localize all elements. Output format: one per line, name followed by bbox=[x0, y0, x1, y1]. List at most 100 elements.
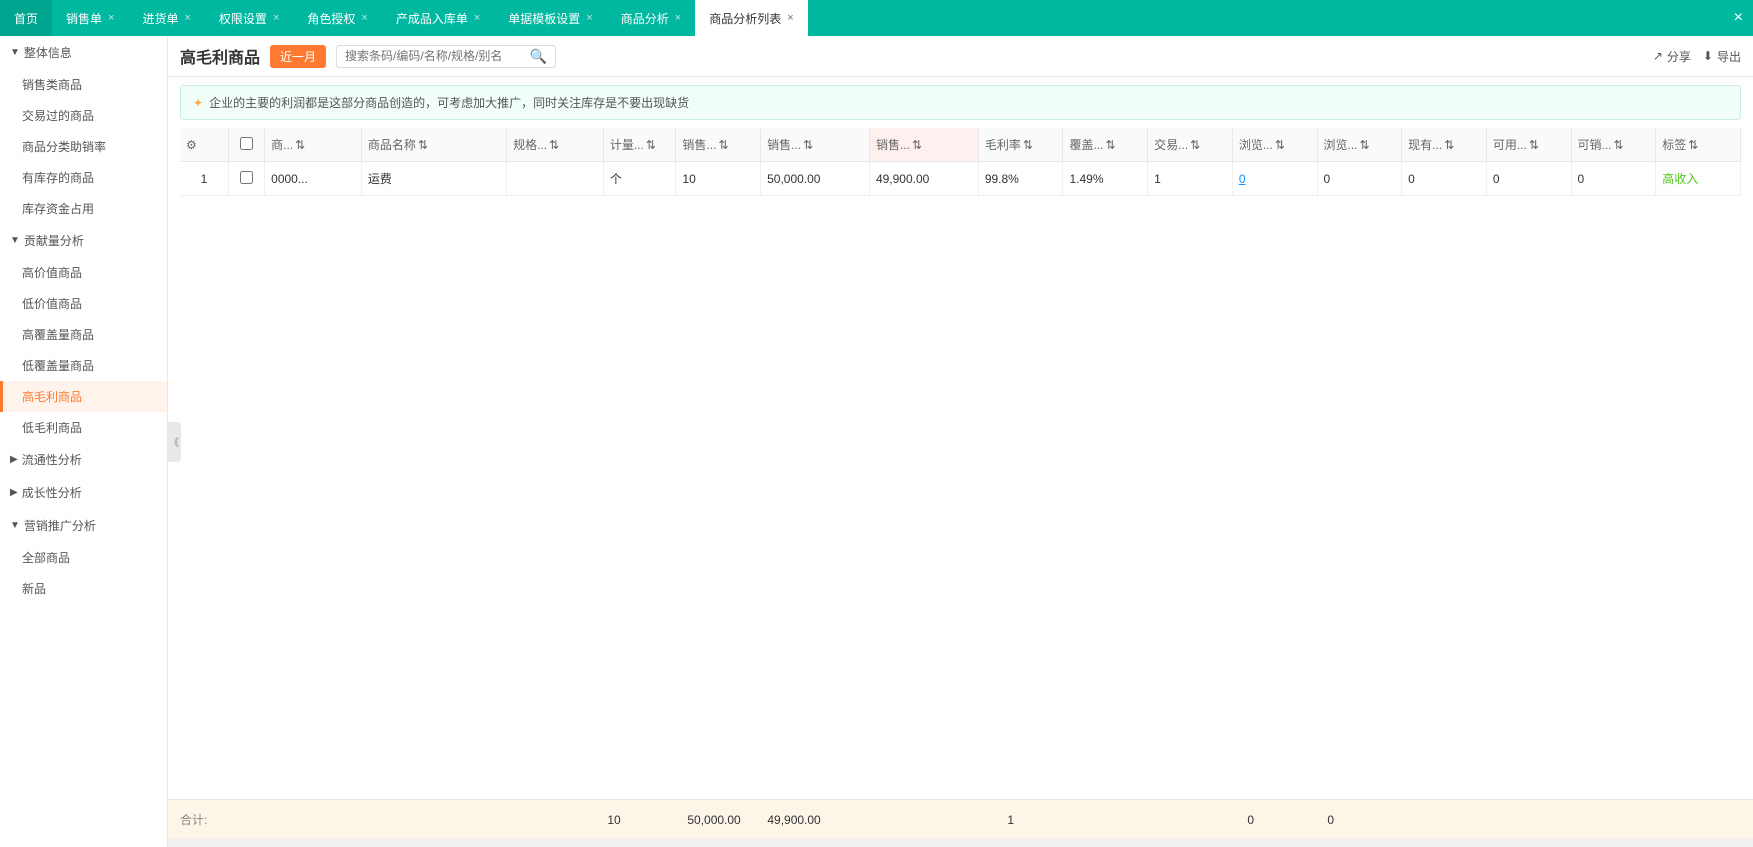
sidebar-collapse-button[interactable]: 《 bbox=[168, 422, 181, 462]
nav-sales-order[interactable]: 销售单 × bbox=[52, 0, 128, 36]
sidebar-group-growth[interactable]: ▶ 成长性分析 bbox=[0, 476, 167, 509]
sidebar-group-overall[interactable]: ▼ 整体信息 bbox=[0, 36, 167, 69]
sidebar-item-low-margin[interactable]: 低毛利商品 bbox=[0, 412, 167, 443]
cell-browse1[interactable]: 0 bbox=[1232, 162, 1317, 196]
cell-profit-rate: 99.8% bbox=[978, 162, 1063, 196]
sidebar: ▼ 整体信息 销售类商品 交易过的商品 商品分类助销率 有库存的商品 库存资金占… bbox=[0, 36, 168, 847]
col-header-stock-sale[interactable]: 可销...⇅ bbox=[1571, 128, 1656, 162]
sidebar-item-all-goods[interactable]: 全部商品 bbox=[0, 542, 167, 573]
footer-stock-cur: 0 bbox=[1247, 813, 1307, 827]
settings-icon[interactable]: ⚙ bbox=[186, 138, 197, 152]
cell-browse2: 0 bbox=[1317, 162, 1402, 196]
search-icon[interactable]: 🔍 bbox=[530, 48, 547, 65]
sidebar-item-low-value[interactable]: 低价值商品 bbox=[0, 288, 167, 319]
sidebar-item-high-margin[interactable]: 高毛利商品 bbox=[0, 381, 167, 412]
sidebar-item-low-coverage[interactable]: 低覆盖量商品 bbox=[0, 350, 167, 381]
nav-close-role-auth[interactable]: × bbox=[361, 12, 367, 24]
col-header-transaction[interactable]: 交易...⇅ bbox=[1148, 128, 1233, 162]
nav-purchase-order[interactable]: 进货单 × bbox=[128, 0, 204, 36]
sidebar-group-circulation-label: 流通性分析 bbox=[22, 451, 82, 468]
sidebar-group-circulation-arrow: ▶ bbox=[10, 454, 18, 465]
col-header-checkbox[interactable] bbox=[228, 128, 264, 162]
col-header-stock-avail[interactable]: 可用...⇅ bbox=[1486, 128, 1571, 162]
col-header-tag[interactable]: 标签⇅ bbox=[1656, 128, 1741, 162]
nav-home[interactable]: 首页 bbox=[0, 0, 52, 36]
footer-stock-avail: 0 bbox=[1327, 813, 1387, 827]
product-table: ⚙ 商...⇅ 商品名称⇅ 规格...⇅ bbox=[180, 128, 1741, 196]
header-actions: ↗ 分享 ⬇ 导出 bbox=[1653, 48, 1741, 65]
nav-close-permission-settings[interactable]: × bbox=[273, 12, 279, 24]
cell-transaction: 1 bbox=[1148, 162, 1233, 196]
sidebar-group-contribution-arrow: ▼ bbox=[10, 235, 20, 246]
nav-product-analysis[interactable]: 商品分析 × bbox=[607, 0, 695, 36]
cell-name: 运费 bbox=[361, 162, 506, 196]
info-icon: ✦ bbox=[193, 96, 203, 110]
nav-close-template-settings[interactable]: × bbox=[586, 12, 592, 24]
sidebar-group-growth-label: 成长性分析 bbox=[22, 484, 82, 501]
cell-sales-profit: 49,900.00 bbox=[869, 162, 978, 196]
sidebar-group-overall-arrow: ▼ bbox=[10, 47, 20, 58]
sidebar-item-category-rate[interactable]: 商品分类助销率 bbox=[0, 131, 167, 162]
col-header-sales-amt[interactable]: 销售...⇅ bbox=[761, 128, 870, 162]
sidebar-item-high-value[interactable]: 高价值商品 bbox=[0, 257, 167, 288]
footer-sales-amt: 50,000.00 bbox=[687, 813, 747, 827]
col-header-browse2[interactable]: 浏览...⇅ bbox=[1317, 128, 1402, 162]
cell-sales-amt: 50,000.00 bbox=[761, 162, 870, 196]
footer-label: 合计: bbox=[180, 811, 207, 828]
cell-num: 1 bbox=[180, 162, 228, 196]
horizontal-scrollbar[interactable] bbox=[168, 839, 1753, 847]
col-header-sales-profit[interactable]: 销售...⇅ bbox=[869, 128, 978, 162]
sidebar-group-circulation[interactable]: ▶ 流通性分析 bbox=[0, 443, 167, 476]
nav-close-finished-goods[interactable]: × bbox=[474, 12, 480, 24]
sidebar-item-sales-goods[interactable]: 销售类商品 bbox=[0, 69, 167, 100]
row-checkbox[interactable] bbox=[240, 171, 253, 184]
col-header-name[interactable]: 商品名称⇅ bbox=[361, 128, 506, 162]
sidebar-item-high-coverage[interactable]: 高覆盖量商品 bbox=[0, 319, 167, 350]
sidebar-item-stock-capital[interactable]: 库存资金占用 bbox=[0, 193, 167, 224]
sidebar-item-traded-goods[interactable]: 交易过的商品 bbox=[0, 100, 167, 131]
cell-checkbox[interactable] bbox=[228, 162, 264, 196]
filter-date-button[interactable]: 近一月 bbox=[270, 45, 326, 68]
cell-sales-qty: 10 bbox=[676, 162, 761, 196]
sidebar-group-contribution[interactable]: ▼ 贡献量分析 bbox=[0, 224, 167, 257]
nav-close-sales-order[interactable]: × bbox=[108, 12, 114, 24]
col-header-sales-qty[interactable]: 销售...⇅ bbox=[676, 128, 761, 162]
search-container: 🔍 bbox=[336, 45, 556, 68]
close-all-tabs-button[interactable]: × bbox=[1734, 9, 1743, 27]
nav-template-settings[interactable]: 单据模板设置 × bbox=[494, 0, 606, 36]
col-header-browse1[interactable]: 浏览...⇅ bbox=[1232, 128, 1317, 162]
content-area: 《 高毛利商品 近一月 🔍 ↗ 分享 ⬇ 导出 ✦ 企 bbox=[168, 36, 1753, 847]
sidebar-group-overall-label: 整体信息 bbox=[24, 44, 72, 61]
nav-close-product-analysis-list[interactable]: × bbox=[787, 12, 793, 24]
table-row: 1 0000... 运费 个 10 50,000.00 49,900.00 99… bbox=[180, 162, 1741, 196]
nav-close-product-analysis[interactable]: × bbox=[675, 12, 681, 24]
top-navigation: 首页 销售单 × 进货单 × 权限设置 × 角色授权 × 产成品入库单 × 单据… bbox=[0, 0, 1753, 36]
search-input[interactable] bbox=[345, 49, 530, 63]
footer-transaction: 1 bbox=[1007, 813, 1067, 827]
footer-sales-profit: 49,900.00 bbox=[767, 813, 827, 827]
cell-stock-avail: 0 bbox=[1486, 162, 1571, 196]
nav-permission-settings[interactable]: 权限设置 × bbox=[205, 0, 293, 36]
export-icon: ⬇ bbox=[1703, 49, 1713, 63]
nav-close-purchase-order[interactable]: × bbox=[184, 12, 190, 24]
nav-product-analysis-list[interactable]: 商品分析列表 × bbox=[695, 0, 807, 36]
col-header-unit[interactable]: 计量...⇅ bbox=[603, 128, 676, 162]
sidebar-group-marketing[interactable]: ▼ 营销推广分析 bbox=[0, 509, 167, 542]
share-button[interactable]: ↗ 分享 bbox=[1653, 48, 1691, 65]
col-header-profit-rate[interactable]: 毛利率⇅ bbox=[978, 128, 1063, 162]
cell-stock-cur: 0 bbox=[1402, 162, 1487, 196]
cell-stock-sale: 0 bbox=[1571, 162, 1656, 196]
nav-role-auth[interactable]: 角色授权 × bbox=[293, 0, 381, 36]
sidebar-item-stocked-goods[interactable]: 有库存的商品 bbox=[0, 162, 167, 193]
sidebar-group-growth-arrow: ▶ bbox=[10, 487, 18, 498]
export-button[interactable]: ⬇ 导出 bbox=[1703, 48, 1741, 65]
col-header-spec[interactable]: 规格...⇅ bbox=[507, 128, 604, 162]
cell-spec bbox=[507, 162, 604, 196]
col-header-code[interactable]: 商...⇅ bbox=[265, 128, 362, 162]
nav-finished-goods[interactable]: 产成品入库单 × bbox=[382, 0, 494, 36]
col-header-stock-cur[interactable]: 现有...⇅ bbox=[1402, 128, 1487, 162]
select-all-checkbox[interactable] bbox=[240, 137, 253, 150]
col-header-coverage[interactable]: 覆盖...⇅ bbox=[1063, 128, 1148, 162]
sidebar-group-contribution-label: 贡献量分析 bbox=[24, 232, 84, 249]
sidebar-item-new-goods[interactable]: 新品 bbox=[0, 573, 167, 604]
